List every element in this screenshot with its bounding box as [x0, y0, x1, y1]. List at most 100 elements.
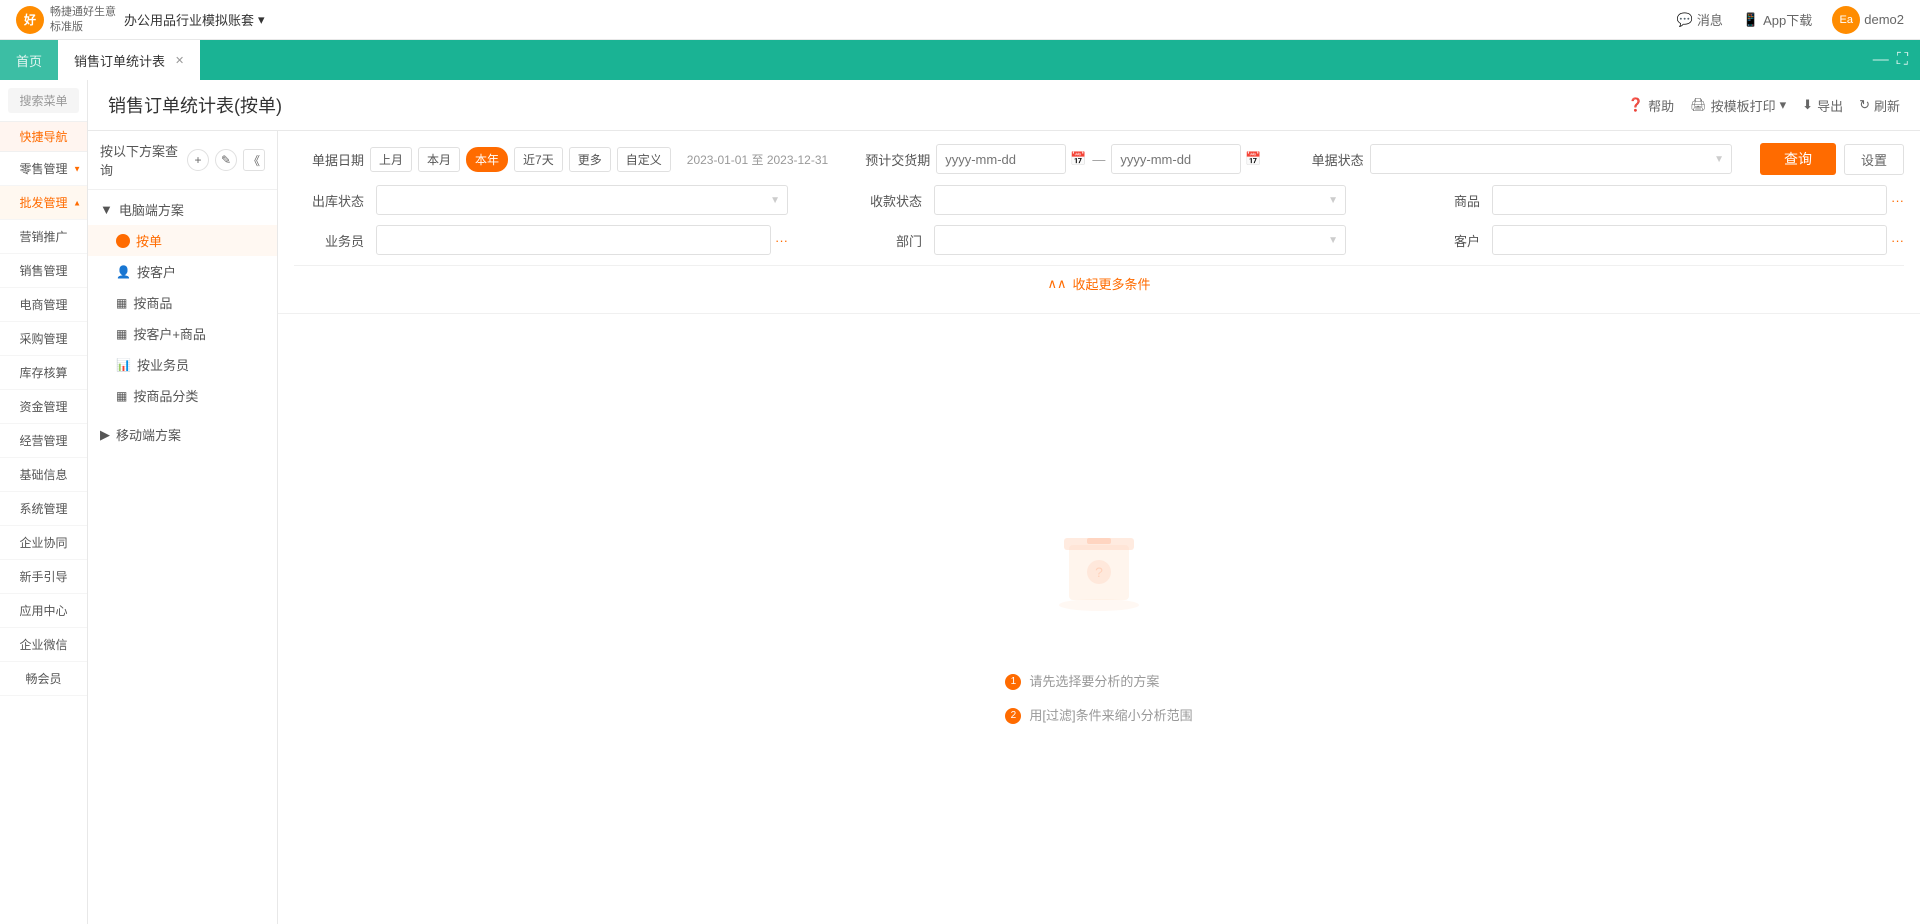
right-panel: 单据日期 上月 本月 本年 近7天 更多 自定义 2023-01-01 至 20… — [278, 131, 1920, 924]
sidebar-item-enterprise[interactable]: 企业协同 — [0, 526, 87, 560]
chevron-down-icon: ▼ — [100, 202, 113, 217]
query-button[interactable]: 查询 — [1760, 143, 1836, 175]
date-separator: — — [1092, 152, 1105, 167]
sidebar-nav-section: 快捷导航 — [0, 122, 87, 152]
goods-input[interactable] — [1492, 185, 1887, 215]
filter-row-2: 出库状态 ▼ 收款状态 ▼ 商品 — [294, 185, 1904, 215]
scheme-section-mobile-header[interactable]: ▶ 移动端方案 — [88, 419, 277, 450]
top-title: 办公用品行业模拟账套 — [124, 10, 254, 29]
receipt-label: 收款状态 — [852, 191, 922, 210]
sidebar-item-sales[interactable]: 销售管理 — [0, 254, 87, 288]
scheme-panel-actions: + ✎ 《 — [187, 149, 265, 171]
calendar-from-icon[interactable]: 📅 — [1070, 151, 1086, 167]
goods-more-icon[interactable]: ··· — [1891, 193, 1904, 208]
outbound-label: 出库状态 — [294, 191, 364, 210]
sidebar: 搜索菜单 快捷导航 零售管理 批发管理 营销推广 销售管理 电商管理 采购管理 … — [0, 80, 88, 924]
scheme-item-by-category[interactable]: ▦ 按商品分类 — [88, 380, 277, 411]
empty-illustration: ? — [1039, 510, 1159, 649]
print-button[interactable]: 🖨 按模板打印 ▾ — [1690, 96, 1786, 115]
scheme-section-mobile: ▶ 移动端方案 — [88, 415, 277, 454]
salesperson-input[interactable] — [376, 225, 771, 255]
main-content-area: 按以下方案查询 + ✎ 《 ▼ 电脑端方案 按单 — [88, 131, 1920, 924]
date-btn-custom[interactable]: 自定义 — [617, 147, 671, 172]
collapse-label: 收起更多条件 — [1073, 274, 1151, 293]
outbound-select-wrap: ▼ — [376, 185, 788, 215]
status-select[interactable] — [1370, 144, 1732, 174]
scheme-item-by-goods[interactable]: ▦ 按商品 — [88, 287, 277, 318]
date-btn-7days[interactable]: 近7天 — [514, 147, 563, 172]
tab-close-icon[interactable]: ✕ — [175, 54, 184, 67]
dept-select[interactable] — [934, 225, 1346, 255]
scheme-edit-button[interactable]: ✎ — [215, 149, 237, 171]
collapse-bar[interactable]: ∧∧ 收起更多条件 — [294, 265, 1904, 301]
date-btn-this-year[interactable]: 本年 — [466, 147, 508, 172]
customer-label: 客户 — [1410, 231, 1480, 250]
bar-chart-icon: 📊 — [116, 358, 131, 372]
sidebar-item-inventory[interactable]: 库存核算 — [0, 356, 87, 390]
table2-icon: ▦ — [116, 327, 127, 341]
help-button[interactable]: ❓ 帮助 — [1628, 96, 1674, 115]
category-icon: ▦ — [116, 389, 127, 403]
page-header: 销售订单统计表(按单) ❓ 帮助 🖨 按模板打印 ▾ ⬇ 导出 ↻ 刷新 — [88, 80, 1920, 131]
scheme-item-by-order[interactable]: 按单 — [88, 225, 277, 256]
goods-label: 商品 — [1410, 191, 1480, 210]
sidebar-item-management[interactable]: 经营管理 — [0, 424, 87, 458]
message-icon: 💬 — [1677, 12, 1693, 28]
date-label: 单据日期 — [294, 150, 364, 169]
filter-row-1: 单据日期 上月 本月 本年 近7天 更多 自定义 2023-01-01 至 20… — [294, 143, 1904, 175]
calendar-to-icon[interactable]: 📅 — [1245, 151, 1261, 167]
sidebar-item-purchase[interactable]: 采购管理 — [0, 322, 87, 356]
customer-more-icon[interactable]: ··· — [1891, 233, 1904, 248]
filter-panel: 单据日期 上月 本月 本年 近7天 更多 自定义 2023-01-01 至 20… — [278, 131, 1920, 314]
home-tab-label: 首页 — [16, 51, 42, 70]
receipt-select-wrap: ▼ — [934, 185, 1346, 215]
sidebar-item-appstore[interactable]: 应用中心 — [0, 594, 87, 628]
maximize-icon[interactable]: ⛶ — [1897, 51, 1908, 69]
date-btn-last-month[interactable]: 上月 — [370, 147, 412, 172]
scheme-item-by-salesperson[interactable]: 📊 按业务员 — [88, 349, 277, 380]
sidebar-item-finance[interactable]: 资金管理 — [0, 390, 87, 424]
top-title-dropdown[interactable]: 办公用品行业模拟账套 ▾ — [124, 10, 265, 29]
shortcut-nav-button[interactable]: 快捷导航 — [0, 122, 87, 151]
expected-date-to[interactable] — [1111, 144, 1241, 174]
app-download-button[interactable]: 📱 App下载 — [1743, 10, 1812, 29]
chevron-right-icon: ▶ — [100, 427, 110, 443]
phone-icon: 📱 — [1743, 12, 1759, 28]
settings-button[interactable]: 设置 — [1844, 144, 1904, 175]
scheme-section-pc-header[interactable]: ▼ 电脑端方案 — [88, 194, 277, 225]
date-btn-more[interactable]: 更多 — [569, 147, 611, 172]
salesperson-more-icon[interactable]: ··· — [775, 233, 788, 248]
sidebar-item-wholesale[interactable]: 批发管理 — [0, 186, 87, 220]
date-btn-this-month[interactable]: 本月 — [418, 147, 460, 172]
expected-date-from[interactable] — [936, 144, 1066, 174]
sidebar-item-marketing[interactable]: 营销推广 — [0, 220, 87, 254]
scheme-collapse-button[interactable]: 《 — [243, 149, 265, 171]
search-menu-button[interactable]: 搜索菜单 — [8, 88, 79, 113]
minimize-icon[interactable]: — — [1873, 51, 1889, 69]
person-icon: 👤 — [116, 265, 131, 279]
outbound-select[interactable] — [376, 185, 788, 215]
refresh-button[interactable]: ↻ 刷新 — [1859, 96, 1900, 115]
sidebar-item-ecommerce[interactable]: 电商管理 — [0, 288, 87, 322]
sidebar-item-retail[interactable]: 零售管理 — [0, 152, 87, 186]
sidebar-item-newbie[interactable]: 新手引导 — [0, 560, 87, 594]
tab-sales-stat[interactable]: 销售订单统计表 ✕ — [58, 40, 200, 80]
receipt-select[interactable] — [934, 185, 1346, 215]
user-area[interactable]: Ea demo2 — [1832, 6, 1904, 34]
sidebar-item-wechat[interactable]: 企业微信 — [0, 628, 87, 662]
tab-home[interactable]: 首页 — [0, 40, 58, 80]
empty-state: ? 1 请先选择要分析的方案 2 用[过滤]条件来缩小分析范围 — [278, 314, 1920, 924]
export-button[interactable]: ⬇ 导出 — [1802, 96, 1843, 115]
top-bar-left: 好 畅捷通好生意 标准版 办公用品行业模拟账套 ▾ — [16, 5, 265, 34]
sidebar-item-basic[interactable]: 基础信息 — [0, 458, 87, 492]
sidebar-item-system[interactable]: 系统管理 — [0, 492, 87, 526]
customer-input-wrap: ··· — [1492, 225, 1904, 255]
salesperson-label: 业务员 — [294, 231, 364, 250]
message-button[interactable]: 💬 消息 — [1677, 10, 1723, 29]
scheme-item-by-customer-goods[interactable]: ▦ 按客户+商品 — [88, 318, 277, 349]
scheme-add-button[interactable]: + — [187, 149, 209, 171]
scheme-item-by-customer[interactable]: 👤 按客户 — [88, 256, 277, 287]
sidebar-item-member[interactable]: 畅会员 — [0, 662, 87, 696]
customer-input[interactable] — [1492, 225, 1887, 255]
expected-date-group: 预计交货期 📅 — 📅 — [860, 144, 1261, 174]
